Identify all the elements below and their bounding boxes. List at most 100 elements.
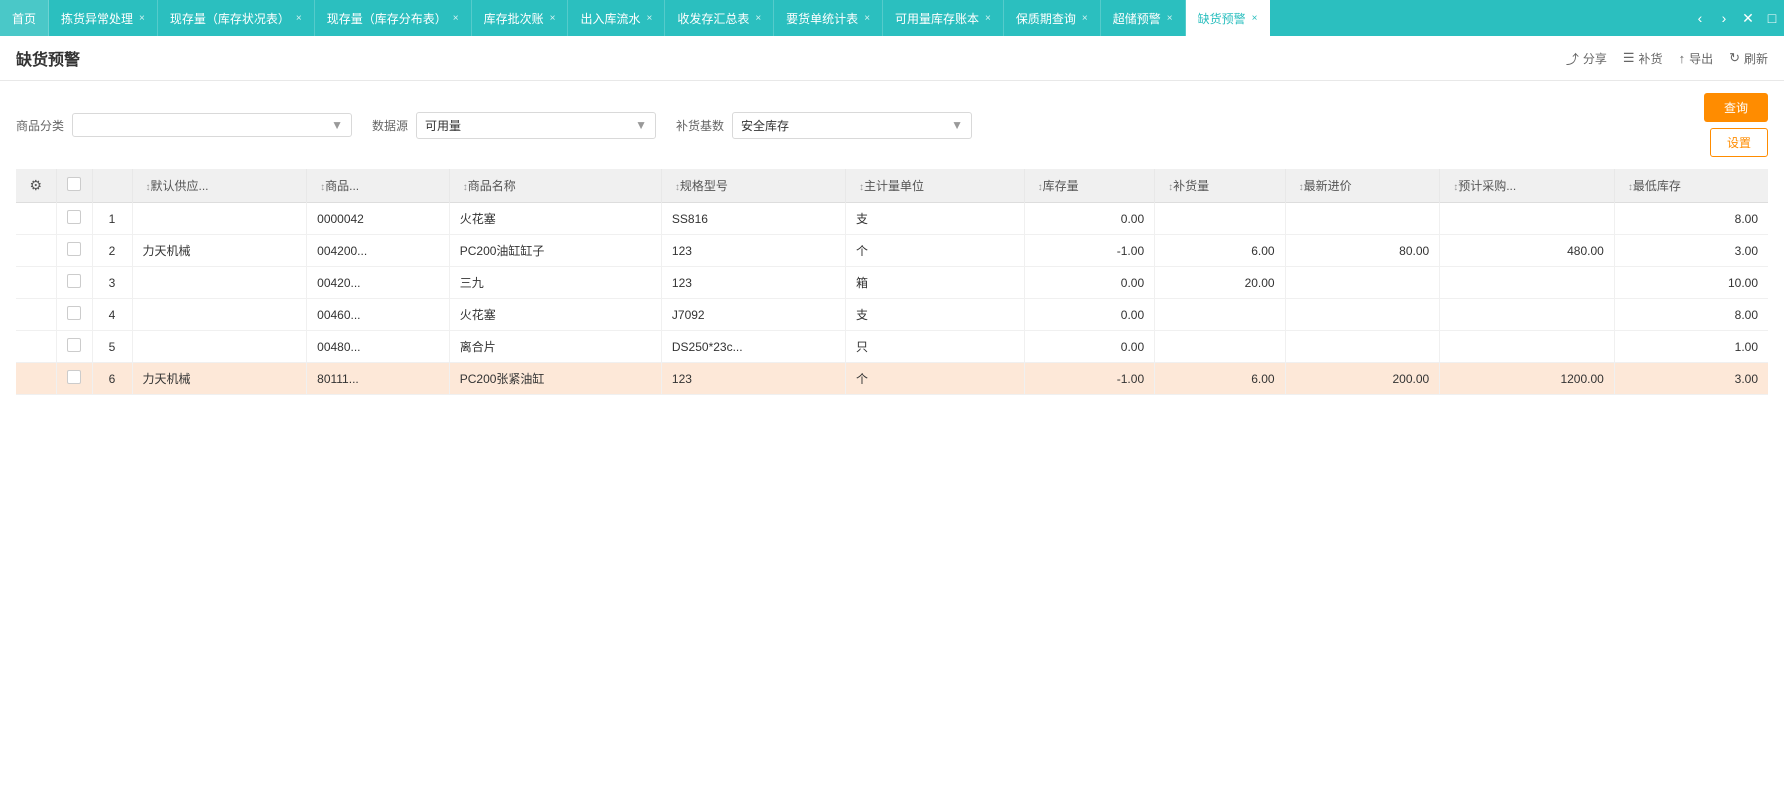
category-filter-group: 商品分类 ▼ xyxy=(16,113,352,137)
table-row: 2力天机械004200...PC200油缸缸子123个-1.006.0080.0… xyxy=(16,235,1768,267)
table-row: 400460...火花塞J7092支0.008.00 xyxy=(16,299,1768,331)
share-button[interactable]: ⤴ 分享 xyxy=(1566,49,1607,68)
checkbox-1[interactable] xyxy=(67,242,81,256)
query-button[interactable]: 查询 xyxy=(1704,93,1768,122)
cell-min_stock-2: 10.00 xyxy=(1614,267,1768,299)
cell-min_stock-5: 3.00 xyxy=(1614,363,1768,395)
sort-icon-spec: ↕ xyxy=(675,182,680,193)
col-header-settings[interactable]: ⚙ xyxy=(16,169,56,203)
col-header-product_code[interactable]: ↕商品... xyxy=(307,169,450,203)
sort-icon-latest_price: ↕ xyxy=(1299,182,1304,193)
cell-unit-0: 支 xyxy=(845,203,1024,235)
cell-replenish_qty-4 xyxy=(1155,331,1285,363)
export-icon: ↑ xyxy=(1679,51,1686,66)
tab-item-10[interactable]: 超储预警× xyxy=(1101,0,1186,36)
tab-close-6[interactable]: × xyxy=(755,13,761,24)
cell-est_purchase-5: 1200.00 xyxy=(1440,363,1615,395)
cell-spec-5: 123 xyxy=(661,363,845,395)
tab-close-11[interactable]: × xyxy=(1252,13,1258,24)
tab-item-2[interactable]: 现存量（库存状况表）× xyxy=(158,0,315,36)
col-header-default_supplier[interactable]: ↕默认供应... xyxy=(132,169,307,203)
col-header-product_name[interactable]: ↕商品名称 xyxy=(449,169,661,203)
cell-stock-3: 0.00 xyxy=(1024,299,1154,331)
refresh-button[interactable]: ↻ 刷新 xyxy=(1729,50,1768,67)
replenish-base-select[interactable]: 安全库存 ▼ xyxy=(732,112,972,139)
sort-icon-min_stock: ↕ xyxy=(1628,182,1633,193)
checkbox-5[interactable] xyxy=(67,370,81,384)
row-checkbox-0[interactable] xyxy=(56,203,92,235)
col-header-est_purchase[interactable]: ↕预计采购... xyxy=(1440,169,1615,203)
col-header-index xyxy=(92,169,132,203)
tab-item-9[interactable]: 保质期查询× xyxy=(1004,0,1101,36)
tab-item-3[interactable]: 现存量（库存分布表）× xyxy=(315,0,472,36)
tab-close-7[interactable]: × xyxy=(864,13,870,24)
row-index-3: 4 xyxy=(92,299,132,331)
tab-nav-prev[interactable]: ‹ xyxy=(1688,0,1712,36)
tab-close-5[interactable]: × xyxy=(646,13,652,24)
replenish-button[interactable]: ☰ 补货 xyxy=(1623,50,1663,67)
tab-item-7[interactable]: 要货单统计表 × xyxy=(774,0,883,36)
col-header-checkbox[interactable] xyxy=(56,169,92,203)
tab-close-10[interactable]: × xyxy=(1167,13,1173,24)
row-index-5: 6 xyxy=(92,363,132,395)
tab-item-8[interactable]: 可用量库存账本× xyxy=(883,0,1004,36)
tab-item-0[interactable]: 首页 xyxy=(0,0,49,36)
datasource-select[interactable]: 可用量 ▼ xyxy=(416,112,656,139)
tab-close-9[interactable]: × xyxy=(1082,13,1088,24)
refresh-label: 刷新 xyxy=(1744,50,1768,67)
sort-icon-product_code: ↕ xyxy=(320,182,325,193)
row-checkbox-3[interactable] xyxy=(56,299,92,331)
tab-close-2[interactable]: × xyxy=(296,13,302,24)
checkbox-4[interactable] xyxy=(67,338,81,352)
row-checkbox-5[interactable] xyxy=(56,363,92,395)
col-header-unit[interactable]: ↕主计量单位 xyxy=(845,169,1024,203)
row-checkbox-2[interactable] xyxy=(56,267,92,299)
table-row: 500480...离合片DS250*23c...只0.001.00 xyxy=(16,331,1768,363)
tab-close-all[interactable]: ✕ xyxy=(1736,0,1760,36)
export-button[interactable]: ↑ 导出 xyxy=(1679,50,1714,67)
checkbox-0[interactable] xyxy=(67,210,81,224)
row-checkbox-1[interactable] xyxy=(56,235,92,267)
settings-button[interactable]: 设置 xyxy=(1710,128,1768,157)
cell-product_name-0: 火花塞 xyxy=(449,203,661,235)
cell-replenish_qty-2: 20.00 xyxy=(1155,267,1285,299)
table-row: 6力天机械80111...PC200张紧油缸123个-1.006.00200.0… xyxy=(16,363,1768,395)
cell-product_code-5: 80111... xyxy=(307,363,450,395)
checkbox-3[interactable] xyxy=(67,306,81,320)
row-checkbox-4[interactable] xyxy=(56,331,92,363)
cell-min_stock-3: 8.00 xyxy=(1614,299,1768,331)
cell-product_name-2: 三九 xyxy=(449,267,661,299)
settings-gear-icon[interactable]: ⚙ xyxy=(29,177,42,193)
tab-close-4[interactable]: × xyxy=(550,13,556,24)
col-header-min_stock[interactable]: ↕最低库存 xyxy=(1614,169,1768,203)
tab-close-1[interactable]: × xyxy=(139,13,145,24)
tab-close-3[interactable]: × xyxy=(453,13,459,24)
checkbox-2[interactable] xyxy=(67,274,81,288)
col-header-replenish_qty[interactable]: ↕补货量 xyxy=(1155,169,1285,203)
tab-item-6[interactable]: 收发存汇总表× xyxy=(665,0,774,36)
tab-close-8[interactable]: × xyxy=(985,13,991,24)
category-select[interactable]: ▼ xyxy=(72,113,352,137)
tab-fullscreen[interactable]: □ xyxy=(1760,0,1784,36)
cell-default_supplier-0 xyxy=(132,203,307,235)
tab-item-1[interactable]: 拣货异常处理× xyxy=(49,0,158,36)
select-all-checkbox[interactable] xyxy=(67,177,81,191)
tab-item-11[interactable]: 缺货预警× xyxy=(1186,0,1271,36)
cell-min_stock-1: 3.00 xyxy=(1614,235,1768,267)
tab-item-4[interactable]: 库存批次账× xyxy=(472,0,569,36)
row-index-4: 5 xyxy=(92,331,132,363)
row-settings-1 xyxy=(16,235,56,267)
datasource-label: 数据源 xyxy=(372,117,408,134)
tab-item-5[interactable]: 出入库流水× xyxy=(568,0,665,36)
cell-default_supplier-2 xyxy=(132,267,307,299)
replenish-icon: ☰ xyxy=(1623,50,1635,66)
col-header-latest_price[interactable]: ↕最新进价 xyxy=(1285,169,1440,203)
cell-replenish_qty-1: 6.00 xyxy=(1155,235,1285,267)
cell-product_name-3: 火花塞 xyxy=(449,299,661,331)
col-header-stock[interactable]: ↕库存量 xyxy=(1024,169,1154,203)
tab-nav-next[interactable]: › xyxy=(1712,0,1736,36)
tab-label-7: 要货单统计表 xyxy=(786,10,858,27)
category-chevron-icon: ▼ xyxy=(331,118,343,132)
col-header-spec[interactable]: ↕规格型号 xyxy=(661,169,845,203)
row-settings-5 xyxy=(16,363,56,395)
